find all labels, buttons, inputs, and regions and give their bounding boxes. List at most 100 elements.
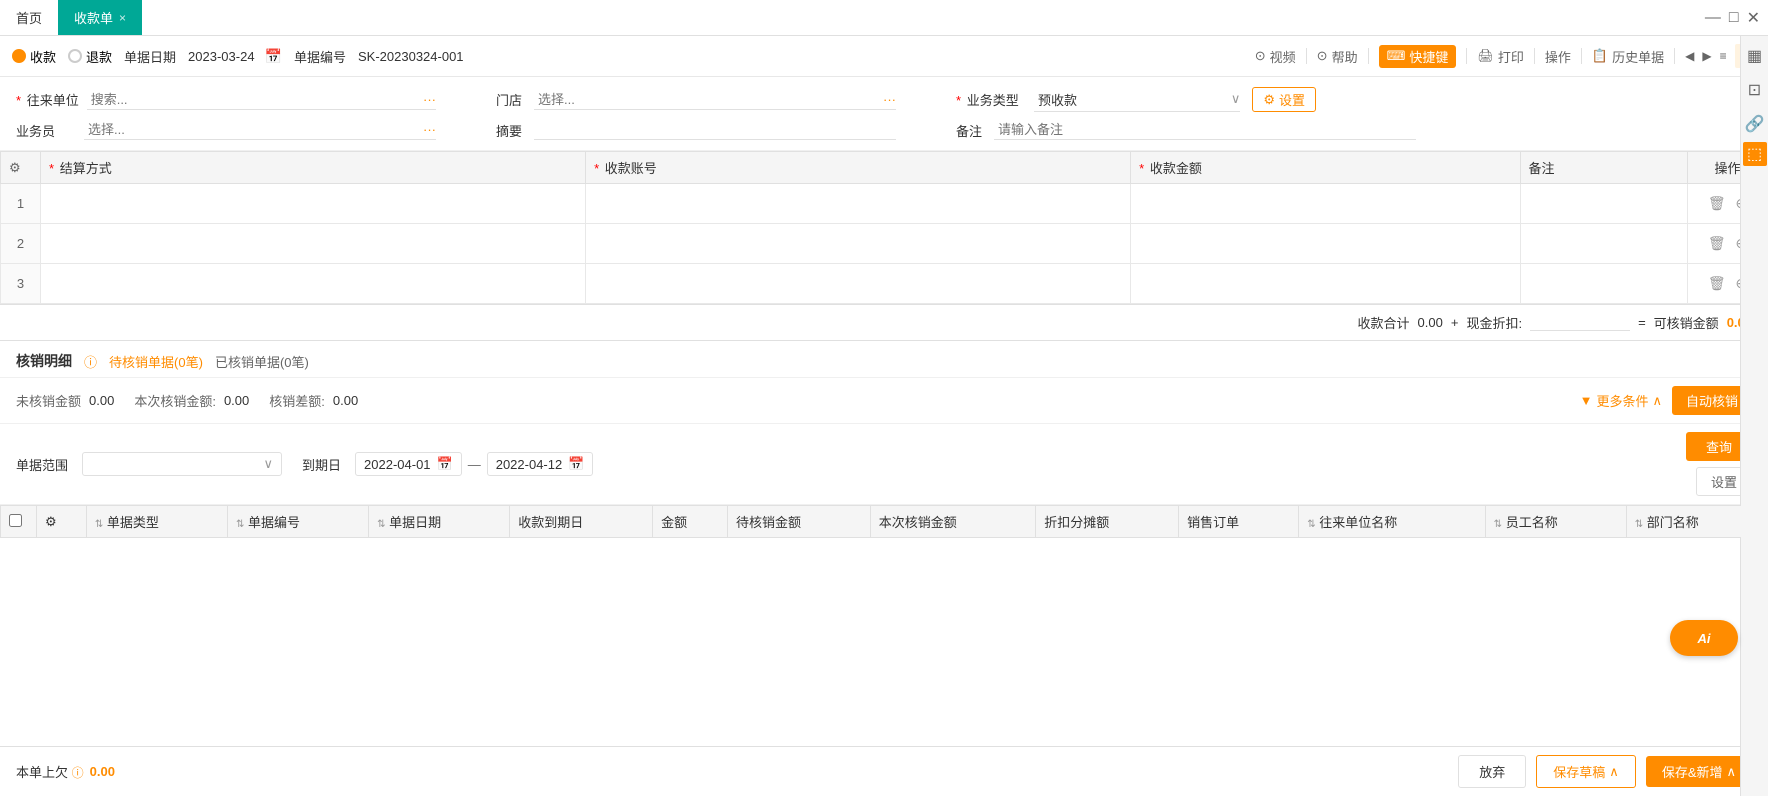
due-date-field: 到期日 2022-04-01 📅 — 2022-04-12 📅 [302,452,593,476]
th-gear-bottom[interactable]: ⚙ [37,506,87,538]
date-calendar-icon[interactable]: 📅 [265,48,282,65]
print-button[interactable]: 🖨 打印 [1477,47,1524,66]
tab-close-icon[interactable]: × [119,11,126,25]
receipt-table-section: ⚙ * 结算方式 * 收款账号 * 收款金额 [0,151,1768,305]
date-value: 2023-03-24 [188,49,255,64]
footer-right: 放弃 保存草稿 ∧ 保存&新增 ∧ [1458,755,1752,788]
delete-icon[interactable]: 🗑 [1708,195,1726,211]
save-draft-button[interactable]: 保存草稿 ∧ [1536,755,1636,788]
amount-cell[interactable] [1131,224,1520,264]
stats-row: 未核销金额 0.00 本次核销金额: 0.00 核销差额: 0.00 ▼ 更多条… [0,378,1768,424]
note-label: 备注 [956,121,986,140]
discount-input[interactable] [1530,315,1630,331]
account-cell[interactable] [586,264,1131,304]
store-field: 门店 ··· [496,90,896,110]
minimize-button[interactable]: — [1705,9,1721,27]
divider [1306,48,1307,64]
radio-refund[interactable]: 退款 [68,47,112,66]
tab-done[interactable]: 已核销单据(0笔) [215,352,309,371]
store-input-wrap: ··· [534,90,896,110]
operate-button[interactable]: 操作 [1545,47,1571,66]
payment-method-cell[interactable] [41,184,586,224]
note-cell[interactable] [1520,224,1688,264]
note-cell[interactable] [1520,184,1688,224]
date-to-calendar-icon[interactable]: 📅 [568,456,584,472]
date-from-calendar-icon[interactable]: 📅 [437,456,453,472]
th-checkbox[interactable] [1,506,37,538]
footer-info-icon[interactable]: ⓘ [72,766,84,780]
tab-home[interactable]: 首页 [0,0,58,35]
table-row: 2 🗑 ⊕ [1,224,1768,264]
rp-icon-2[interactable]: ⊡ [1748,74,1761,106]
row-num: 3 [1,264,41,304]
next-button[interactable]: ▶ [1702,49,1711,63]
more-conditions-button[interactable]: ▼ 更多条件 ∧ [1580,391,1662,410]
help-button[interactable]: ⊙ 帮助 [1317,47,1358,66]
counterpart-input[interactable] [87,90,436,109]
range-label: 单据范围 [16,455,68,474]
summary-field: 摘要 [496,120,896,140]
section2-title: 核销明细 [16,351,72,371]
th-settings[interactable]: ⚙ [1,152,41,184]
note-input-wrap [994,120,1416,140]
close-button[interactable]: ✕ [1747,8,1760,28]
info-icon[interactable]: ⓘ [84,352,97,371]
note-input[interactable] [994,120,1416,139]
unverified-val: 0.00 [89,393,114,408]
settings-icon[interactable]: ⚙ [9,160,21,175]
settings-label: 设置 [1279,90,1305,109]
receipt-type-group: 收款 退款 [12,47,112,66]
summary-input[interactable] [534,120,896,139]
date-from-value: 2022-04-01 [364,457,431,472]
store-input[interactable] [534,90,896,109]
th-amount: * 收款金额 [1131,152,1520,184]
maximize-button[interactable]: □ [1729,9,1739,27]
rp-icon-4[interactable]: ⬚ [1743,142,1767,166]
divider [1674,48,1675,64]
account-cell[interactable] [586,184,1131,224]
business-type-arrow[interactable]: ∨ [1231,91,1241,107]
summary-input-wrap [534,120,896,140]
current-stat: 本次核销金额: 0.00 [134,391,249,410]
tab-active[interactable]: 收款单 × [58,0,142,35]
th-current: 本次核销金额 [870,506,1035,538]
form-row-2: 业务员 ··· 摘要 备注 [16,120,1752,140]
counterpart-dots-button[interactable]: ··· [423,92,436,107]
list-view-button[interactable]: ≡ [1720,49,1727,63]
note-cell[interactable] [1520,264,1688,304]
abandon-button[interactable]: 放弃 [1458,755,1526,788]
form-row-1: * 往来单位 ··· 门店 ··· [16,87,1752,112]
salesman-dots-button[interactable]: ··· [423,122,436,137]
unverified-label: 未核销金额 [16,391,81,410]
payment-method-cell[interactable] [41,224,586,264]
unverified-stat: 未核销金额 0.00 [16,391,114,410]
video-button[interactable]: ⊙ 视频 [1255,47,1296,66]
payment-method-cell[interactable] [41,264,586,304]
number-field: 单据编号 SK-20230324-001 [294,47,464,66]
rp-icon-1[interactable]: ▦ [1747,40,1762,72]
th-note: 备注 [1520,152,1688,184]
divider [1534,48,1535,64]
history-button[interactable]: 📋 历史单据 [1592,47,1664,66]
tab-pending[interactable]: 待核销单据(0笔) [109,352,203,371]
delete-icon[interactable]: 🗑 [1708,275,1726,291]
business-type-field: * 业务类型 预收款 ∨ ⚙ 设置 [956,87,1316,112]
amount-cell[interactable] [1131,264,1520,304]
rp-icon-3[interactable]: 🔗 [1745,108,1765,140]
prev-button[interactable]: ◀ [1685,49,1694,63]
delete-icon[interactable]: 🗑 [1708,235,1726,251]
date-from-field: 2022-04-01 📅 [355,452,462,476]
salesman-input[interactable] [84,120,436,139]
store-dots-button[interactable]: ··· [883,92,896,107]
ai-bubble[interactable]: Ai [1670,620,1738,656]
shortcut-button[interactable]: ⌨ 快捷键 [1379,45,1457,68]
save-new-button[interactable]: 保存&新增 ∧ [1646,756,1752,787]
range-select[interactable]: ∨ [82,452,282,476]
receipt-table: ⚙ * 结算方式 * 收款账号 * 收款金额 [0,151,1768,304]
select-all-checkbox[interactable] [9,514,22,527]
amount-cell[interactable] [1131,184,1520,224]
radio-receive[interactable]: 收款 [12,47,56,66]
account-cell[interactable] [586,224,1131,264]
settings-button[interactable]: ⚙ 设置 [1252,87,1316,112]
range-select-arrow: ∨ [264,456,274,472]
